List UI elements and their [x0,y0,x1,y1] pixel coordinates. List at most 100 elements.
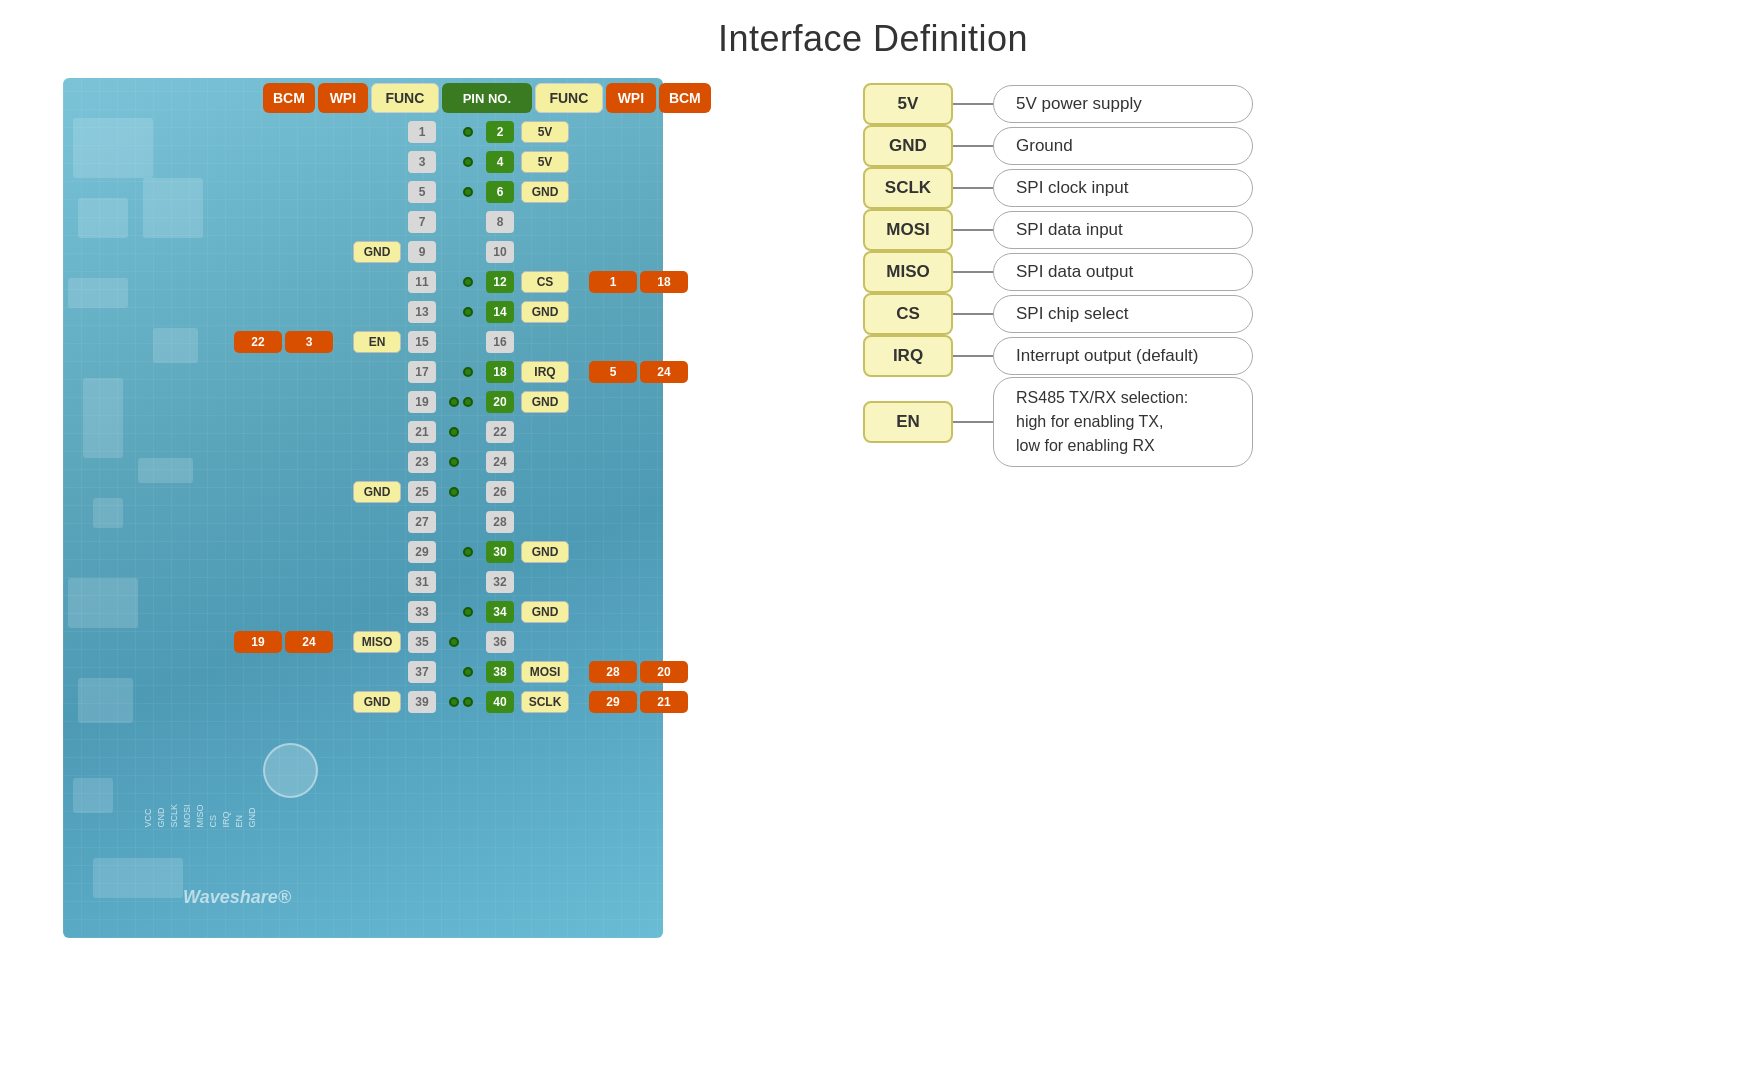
legend-description: 5V power supply [993,85,1253,123]
left-pin-number: 39 [408,691,436,713]
header-wpi-right: WPI [606,83,656,113]
right-bcm-badge: 18 [640,271,688,293]
left-bcm-badge: 22 [234,331,282,353]
left-pin-number: 5 [408,181,436,203]
table-row: 78 [213,208,803,236]
right-func-badge: GND [521,601,569,623]
right-pin-number: 14 [486,301,514,323]
right-pin-number: 26 [486,481,514,503]
legend-connector [953,313,993,315]
right-bcm-badge: 24 [640,361,688,383]
legend-description: Interrupt output (default) [993,337,1253,375]
legend-connector [953,187,993,189]
right-bcm-badge: 21 [640,691,688,713]
table-row: GND2526 [213,478,803,506]
table-row: GND910 [213,238,803,266]
table-row: 11 12 CS 118 [213,268,803,296]
right-pin-dot [463,187,473,197]
right-pin-number: 6 [486,181,514,203]
right-func-badge: CS [521,271,569,293]
table-row: 2930GND [213,538,803,566]
legend-badge: CS [863,293,953,335]
left-pin-number: 29 [408,541,436,563]
table-row: 345V [213,148,803,176]
header-func-left: FUNC [371,83,439,113]
legend-item: CS SPI chip select [863,293,1683,335]
legend-connector [953,229,993,231]
legend-connector [953,421,993,423]
right-pin-dot [463,547,473,557]
left-pin-number: 37 [408,661,436,683]
legend-badge: GND [863,125,953,167]
left-func-badge: GND [353,241,401,263]
table-row: 2122 [213,418,803,446]
right-wpi-badge: 1 [589,271,637,293]
left-pin-number: 15 [408,331,436,353]
right-pin-number: 18 [486,361,514,383]
right-pin-dot [463,367,473,377]
legend-item: IRQInterrupt output (default) [863,335,1683,377]
legend-description: Ground [993,127,1253,165]
right-func-badge: IRQ [521,361,569,383]
left-func-badge: MISO [353,631,401,653]
right-func-badge: GND [521,301,569,323]
left-pin-number: 7 [408,211,436,233]
legend-connector [953,103,993,105]
left-bcm-badge: 19 [234,631,282,653]
left-pin-number: 31 [408,571,436,593]
table-row: 125V [213,118,803,146]
left-pin-dot [449,397,459,407]
right-pin-dot [463,397,473,407]
table-row: 5 6 GND [213,178,803,206]
legend-item: GND Ground [863,125,1683,167]
right-wpi-badge: 29 [589,691,637,713]
left-pin-number: 1 [408,121,436,143]
right-func-badge: SCLK [521,691,569,713]
legend-badge: MOSI [863,209,953,251]
table-row: 2728 [213,508,803,536]
legend-badge: MISO [863,251,953,293]
left-func-badge: GND [353,481,401,503]
right-pin-number: 28 [486,511,514,533]
right-pin-dot [463,157,473,167]
right-pin-number: 24 [486,451,514,473]
left-pin-dot [449,487,459,497]
right-pin-number: 12 [486,271,514,293]
header-bcm-left: BCM [263,83,315,113]
right-pin-number: 30 [486,541,514,563]
legend-description: RS485 TX/RX selection: high for enabling… [993,377,1253,467]
column-headers: BCM WPI FUNC PIN NO. FUNC WPI BCM [213,83,803,113]
legend-description: SPI chip select [993,295,1253,333]
left-pin-number: 23 [408,451,436,473]
legend-description: SPI data output [993,253,1253,291]
right-pin-number: 8 [486,211,514,233]
right-pin-number: 32 [486,571,514,593]
left-func-badge: EN [353,331,401,353]
legend-item: 5V5V power supply [863,83,1683,125]
left-pin-number: 21 [408,421,436,443]
left-func-badge: GND [353,691,401,713]
legend-connector [953,271,993,273]
right-pin-dot [463,607,473,617]
header-wpi-left: WPI [318,83,368,113]
legend-item: ENRS485 TX/RX selection: high for enabli… [863,377,1683,467]
legend-description: SPI clock input [993,169,1253,207]
right-pin-number: 34 [486,601,514,623]
right-pin-number: 36 [486,631,514,653]
header-bcm-right: BCM [659,83,711,113]
left-pin-number: 13 [408,301,436,323]
page-title: Interface Definition [718,18,1028,60]
right-func-badge: GND [521,181,569,203]
table-row: 3334GND [213,598,803,626]
left-pin-number: 9 [408,241,436,263]
right-func-badge: GND [521,391,569,413]
legend-item: MOSI SPI data input [863,209,1683,251]
right-pin-number: 4 [486,151,514,173]
legend-description: SPI data input [993,211,1253,249]
table-row: 1718IRQ524 [213,358,803,386]
right-pin-number: 2 [486,121,514,143]
left-pin-number: 11 [408,271,436,293]
right-pin-number: 16 [486,331,514,353]
right-bcm-badge: 20 [640,661,688,683]
legend-badge: SCLK [863,167,953,209]
